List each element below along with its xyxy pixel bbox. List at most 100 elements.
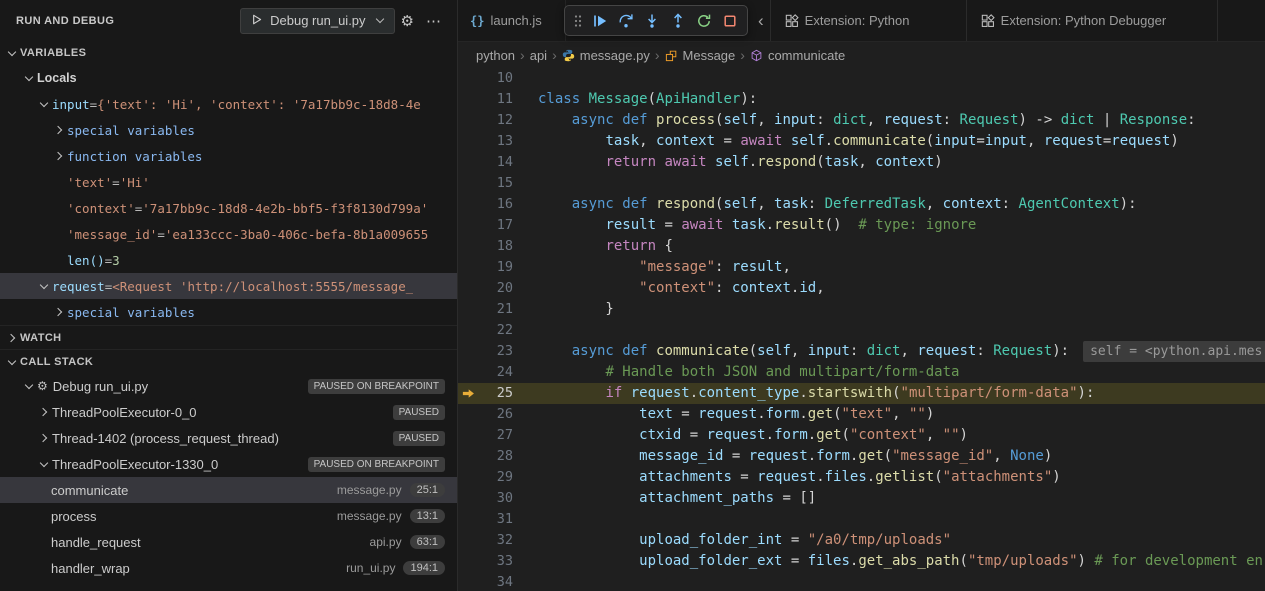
variable-row[interactable]: request = <Request 'http://localhost:555…: [0, 273, 457, 299]
chevron-down-icon[interactable]: [36, 96, 52, 112]
code-token: "context": [849, 427, 926, 443]
variable-row[interactable]: Locals: [0, 65, 457, 91]
step-over-button[interactable]: [613, 8, 638, 33]
line-number[interactable]: 13: [479, 131, 513, 152]
line-number[interactable]: 32: [479, 530, 513, 551]
stack-frame-row[interactable]: handler_wrap run_ui.py 194:1: [0, 555, 457, 581]
variable-row[interactable]: 'text' = 'Hi': [0, 169, 457, 195]
line-number[interactable]: 25: [479, 383, 513, 404]
chevron-right-icon[interactable]: [36, 430, 52, 446]
chevron-right-icon[interactable]: [36, 404, 52, 420]
line-number[interactable]: 11: [479, 89, 513, 110]
variables-section-header[interactable]: VARIABLES: [0, 41, 457, 65]
line-number[interactable]: 12: [479, 110, 513, 131]
line-number[interactable]: 18: [479, 236, 513, 257]
variable-row[interactable]: len() = 3: [0, 247, 457, 273]
code-line: 14 return await self. respond(task, conte…: [458, 152, 1265, 173]
continue-button[interactable]: [587, 8, 612, 33]
line-number[interactable]: 27: [479, 425, 513, 446]
code-line: 34: [458, 572, 1265, 591]
chevron-right-icon[interactable]: [51, 148, 67, 164]
stop-button[interactable]: [717, 8, 742, 33]
line-number[interactable]: 26: [479, 404, 513, 425]
launch-config-dropdown[interactable]: Debug run_ui.py: [240, 7, 395, 34]
line-number[interactable]: 33: [479, 551, 513, 572]
debug-current-line-arrow-icon[interactable]: [458, 386, 479, 401]
line-number[interactable]: 31: [479, 509, 513, 530]
code-token: "/a0/tmp/uploads": [807, 532, 952, 548]
code-token: text: [639, 406, 673, 422]
line-number[interactable]: 14: [479, 152, 513, 173]
line-number[interactable]: 17: [479, 215, 513, 236]
line-number[interactable]: 20: [479, 278, 513, 299]
callstack-section-label: CALL STACK: [20, 355, 94, 368]
variable-row[interactable]: 'message_id' = 'ea133ccc-3ba0-406c-befa-…: [0, 221, 457, 247]
chevron-right-icon[interactable]: [51, 304, 67, 320]
stack-frame-row[interactable]: process message.py 13:1: [0, 503, 457, 529]
variable-row[interactable]: input = {'text': 'Hi', 'context': '7a17b…: [0, 91, 457, 117]
stack-frame-row[interactable]: handle_request api.py 63:1: [0, 529, 457, 555]
code-token: Request: [993, 343, 1053, 359]
code-line: 31: [458, 509, 1265, 530]
line-number[interactable]: 23: [479, 341, 513, 362]
line-number[interactable]: 28: [479, 446, 513, 467]
code-token: files: [824, 469, 867, 485]
breadcrumb-item-message[interactable]: Message: [665, 48, 735, 63]
line-number[interactable]: 19: [479, 257, 513, 278]
step-out-button[interactable]: [665, 8, 690, 33]
breadcrumb-item-communicate[interactable]: communicate: [750, 48, 845, 63]
breadcrumb: python › api › message.py › Message › communicat…: [458, 42, 1265, 68]
code-line: 23 async def communicate(self, input: di…: [458, 341, 1265, 362]
callstack-row[interactable]: Thread-1402 (process_request_thread) PAUS…: [0, 425, 457, 451]
chevron-right-icon[interactable]: [51, 122, 67, 138]
restart-button[interactable]: [691, 8, 716, 33]
watch-section-header[interactable]: WATCH: [0, 325, 457, 349]
variable-row[interactable]: function variables: [0, 143, 457, 169]
line-number[interactable]: 24: [479, 362, 513, 383]
callstack-section-header[interactable]: CALL STACK: [0, 349, 457, 373]
code-token: attachments: [639, 469, 732, 485]
chevron-down-icon[interactable]: [36, 278, 52, 294]
breadcrumb-item-message-py[interactable]: message.py: [562, 48, 650, 63]
gear-icon[interactable]: ⚙: [395, 12, 420, 30]
line-number[interactable]: 15: [479, 173, 513, 194]
extensions-icon: [981, 13, 995, 28]
chevron-down-icon[interactable]: [21, 378, 37, 394]
callstack-row[interactable]: ⚙ Debug run_ui.py PAUSED ON BREAKPOINT: [0, 373, 457, 399]
tab-extension-python[interactable]: Extension: Python: [769, 0, 966, 41]
line-number[interactable]: 34: [479, 572, 513, 591]
callstack-row[interactable]: ThreadPoolExecutor-0_0 PAUSED: [0, 399, 457, 425]
code-token: ,: [639, 133, 657, 149]
line-number[interactable]: 16: [479, 194, 513, 215]
tab-launch-json[interactable]: {} launch.js: [458, 0, 566, 41]
step-into-button[interactable]: [639, 8, 664, 33]
toolbar-drag-handle[interactable]: [570, 13, 586, 29]
variable-row[interactable]: special variables: [0, 299, 457, 325]
variable-text: 'context' = '7a17bb9c-18d8-4e2b-bbf5-f3f…: [67, 201, 428, 216]
line-number[interactable]: 21: [479, 299, 513, 320]
variable-row[interactable]: special variables: [0, 117, 457, 143]
code-editor[interactable]: 10 11 class Message(ApiHandler): 12 async d…: [458, 68, 1265, 591]
chevron-down-icon[interactable]: [36, 456, 52, 472]
line-number[interactable]: 10: [479, 68, 513, 89]
line-number[interactable]: 30: [479, 488, 513, 509]
variable-text: len() = 3: [67, 253, 120, 268]
start-debug-icon[interactable]: [250, 13, 263, 29]
more-actions-icon[interactable]: ⋯: [420, 12, 447, 30]
variable-row[interactable]: 'context' = '7a17bb9c-18d8-4e2b-bbf5-f3f…: [0, 195, 457, 221]
chevron-down-icon[interactable]: [21, 70, 37, 86]
stack-frame-row[interactable]: communicate message.py 25:1: [0, 477, 457, 503]
launch-config-label: Debug run_ui.py: [270, 13, 366, 28]
breadcrumb-item-api[interactable]: api: [530, 48, 547, 63]
tab-extension-python-debugger[interactable]: Extension: Python Debugger: [965, 0, 1218, 41]
line-number[interactable]: 22: [479, 320, 513, 341]
editor-tabbar: {} launch.js ‹ Extension: Python Extensi…: [458, 0, 1265, 42]
chevron-left-icon[interactable]: ‹: [752, 11, 770, 31]
line-number[interactable]: 29: [479, 467, 513, 488]
code-token: get: [858, 448, 884, 464]
callstack-row[interactable]: ThreadPoolExecutor-1330_0 PAUSED ON BREAK…: [0, 451, 457, 477]
code-token: .: [816, 469, 825, 485]
frame-name: handle_request: [51, 534, 141, 550]
breadcrumb-item-python[interactable]: python: [476, 48, 515, 63]
code-token: "attachments": [942, 469, 1053, 485]
